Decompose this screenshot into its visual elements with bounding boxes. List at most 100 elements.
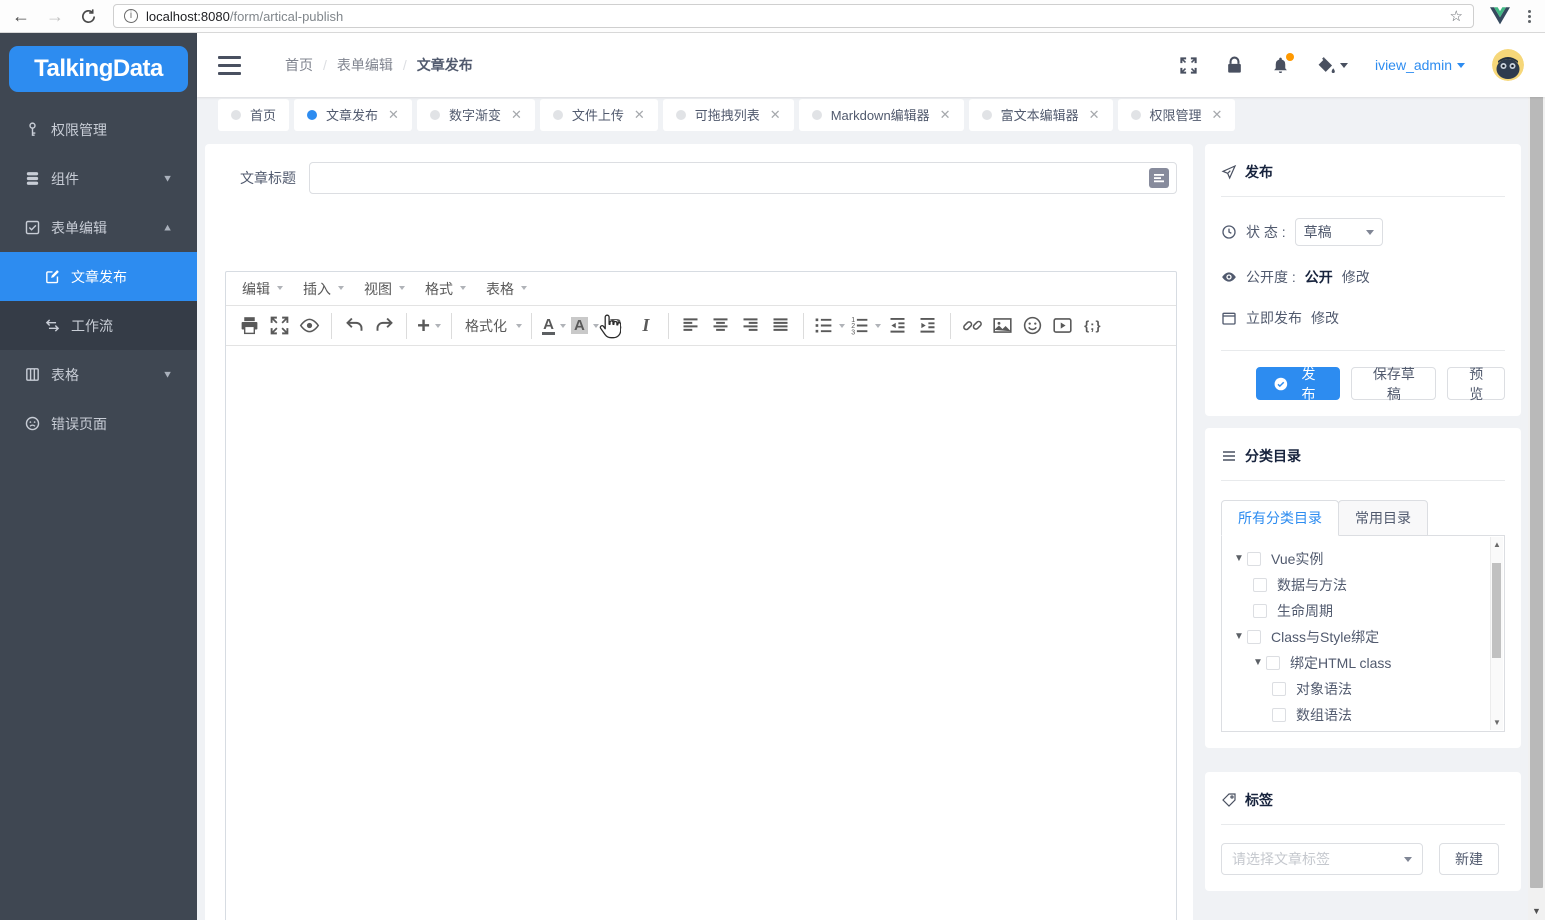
tree-checkbox[interactable] <box>1272 682 1286 696</box>
italic-button[interactable]: I <box>631 311 661 341</box>
tree-checkbox[interactable] <box>1266 656 1280 670</box>
print-button[interactable] <box>234 311 264 341</box>
tree-expand-icon[interactable]: ▼ <box>1234 554 1247 564</box>
tab-file-upload[interactable]: 文件上传 ✕ <box>539 98 658 131</box>
tree-checkbox[interactable] <box>1253 604 1267 618</box>
avatar[interactable] <box>1492 49 1524 81</box>
sidebar-item-permission-management[interactable]: 权限管理 <box>0 105 197 154</box>
scroll-down-icon[interactable]: ▼ <box>1528 906 1545 916</box>
align-center-button[interactable] <box>706 311 736 341</box>
scroll-up-icon[interactable]: ▲ <box>1491 540 1503 549</box>
close-icon[interactable]: ✕ <box>511 107 522 123</box>
category-tab-1[interactable]: 常用目录 <box>1338 500 1428 536</box>
sidebar-item-components[interactable]: 组件 ▼ <box>0 154 197 203</box>
menu-collapse-icon[interactable] <box>218 55 241 75</box>
info-icon[interactable]: i <box>124 9 138 23</box>
editor-menu-编辑[interactable]: 编辑 <box>232 273 293 305</box>
save-draft-button[interactable]: 保存草稿 <box>1351 366 1437 402</box>
bullet-list-button[interactable] <box>811 311 847 341</box>
tree-scroll-thumb[interactable] <box>1492 563 1501 658</box>
bold-button[interactable]: B <box>601 311 631 341</box>
sidebar-item-tables[interactable]: 表格 ▼ <box>0 350 197 399</box>
tab-markdown-editor[interactable]: Markdown编辑器 ✕ <box>798 98 964 131</box>
reload-icon[interactable] <box>80 8 97 25</box>
word-count-icon[interactable] <box>1149 168 1169 188</box>
editor-menu-插入[interactable]: 插入 <box>293 273 354 305</box>
tree-scrollbar[interactable]: ▲ ▼ <box>1490 537 1503 730</box>
vue-devtools-icon[interactable] <box>1490 7 1510 25</box>
insert-plus-button[interactable]: + <box>414 311 444 341</box>
forward-icon[interactable]: → <box>46 7 64 25</box>
app-logo[interactable]: TalkingData <box>9 46 188 92</box>
link-button[interactable] <box>958 311 988 341</box>
sidebar-item-article-publish[interactable]: 文章发布 <box>0 252 197 301</box>
back-icon[interactable]: ← <box>12 7 30 25</box>
tab-permission-management[interactable]: 权限管理 ✕ <box>1117 98 1236 131</box>
tree-expand-icon[interactable]: ▼ <box>1253 658 1266 668</box>
editor-menu-表格[interactable]: 表格 <box>476 273 537 305</box>
tab-drag-list[interactable]: 可拖拽列表 ✕ <box>662 98 794 131</box>
article-title-input[interactable] <box>309 162 1177 194</box>
bell-icon[interactable] <box>1271 52 1294 75</box>
text-color-button[interactable]: A <box>539 311 569 341</box>
tree-node-label[interactable]: 绑定HTML class <box>1290 653 1391 673</box>
scroll-down-icon[interactable]: ▼ <box>1491 718 1503 727</box>
numbered-list-button[interactable]: 123 <box>847 311 883 341</box>
tree-node-label[interactable]: Vue实例 <box>1271 549 1323 569</box>
tree-node-label[interactable]: Class与Style绑定 <box>1271 627 1379 647</box>
undo-button[interactable] <box>339 311 369 341</box>
image-button[interactable] <box>988 311 1018 341</box>
breadcrumb-item[interactable]: 表单编辑 <box>337 55 393 75</box>
sidebar-item-form-edit[interactable]: 表单编辑 ▲ <box>0 203 197 252</box>
emoticon-button[interactable] <box>1018 311 1048 341</box>
align-right-button[interactable] <box>736 311 766 341</box>
star-icon[interactable]: ☆ <box>1450 7 1463 25</box>
tree-checkbox[interactable] <box>1247 552 1261 566</box>
fullscreen-icon[interactable] <box>1179 56 1198 75</box>
editor-content-area[interactable] <box>226 346 1176 920</box>
outdent-button[interactable] <box>883 311 913 341</box>
editor-menu-格式[interactable]: 格式 <box>415 273 476 305</box>
tab-count-to[interactable]: 数字渐变 ✕ <box>416 98 535 131</box>
tree-node-label[interactable]: 生命周期 <box>1277 601 1333 621</box>
code-sample-button[interactable]: {;} <box>1078 311 1108 341</box>
redo-button[interactable] <box>369 311 399 341</box>
preview-button[interactable] <box>294 311 324 341</box>
visibility-modify-link[interactable]: 修改 <box>1342 267 1370 287</box>
tab-home[interactable]: 首页 <box>218 98 290 131</box>
tree-node-label[interactable]: 数据与方法 <box>1277 575 1347 595</box>
schedule-modify-link[interactable]: 修改 <box>1311 308 1339 328</box>
media-button[interactable] <box>1048 311 1078 341</box>
align-justify-button[interactable] <box>766 311 796 341</box>
tree-checkbox[interactable] <box>1253 578 1267 592</box>
align-left-button[interactable] <box>676 311 706 341</box>
page-scrollbar[interactable]: ▲ ▼ <box>1528 33 1545 920</box>
lock-icon[interactable] <box>1225 56 1244 75</box>
tab-rich-text-editor[interactable]: 富文本编辑器 ✕ <box>968 98 1113 131</box>
theme-switch[interactable] <box>1317 56 1348 75</box>
close-icon[interactable]: ✕ <box>1089 107 1100 123</box>
hilite-color-button[interactable]: A <box>569 311 601 341</box>
browser-menu-icon[interactable] <box>1526 8 1533 25</box>
page-scroll-thumb[interactable] <box>1530 50 1543 888</box>
sidebar-item-workflow[interactable]: 工作流 <box>0 301 197 350</box>
close-icon[interactable]: ✕ <box>1212 107 1223 123</box>
tree-checkbox[interactable] <box>1272 708 1286 722</box>
close-icon[interactable]: ✕ <box>388 107 399 123</box>
indent-button[interactable] <box>913 311 943 341</box>
preview-button[interactable]: 预览 <box>1447 366 1505 402</box>
tab-article-publish[interactable]: 文章发布 ✕ <box>294 98 412 131</box>
tag-select[interactable]: 请选择文章标签 <box>1221 843 1423 875</box>
tree-node-label[interactable]: 数组语法 <box>1296 705 1352 725</box>
close-icon[interactable]: ✕ <box>634 107 645 123</box>
status-select[interactable]: 草稿 <box>1294 218 1383 246</box>
editor-menu-视图[interactable]: 视图 <box>354 273 415 305</box>
formats-dropdown[interactable]: 格式化 <box>459 311 524 341</box>
fullscreen-button[interactable] <box>264 311 294 341</box>
breadcrumb-item[interactable]: 首页 <box>285 55 313 75</box>
address-bar[interactable]: i localhost:8080/form/artical-publish ☆ <box>113 4 1474 28</box>
tree-expand-icon[interactable]: ▼ <box>1234 632 1247 642</box>
category-tab-0[interactable]: 所有分类目录 <box>1221 500 1339 536</box>
close-icon[interactable]: ✕ <box>940 107 951 123</box>
new-tag-button[interactable]: 新建 <box>1439 843 1499 875</box>
